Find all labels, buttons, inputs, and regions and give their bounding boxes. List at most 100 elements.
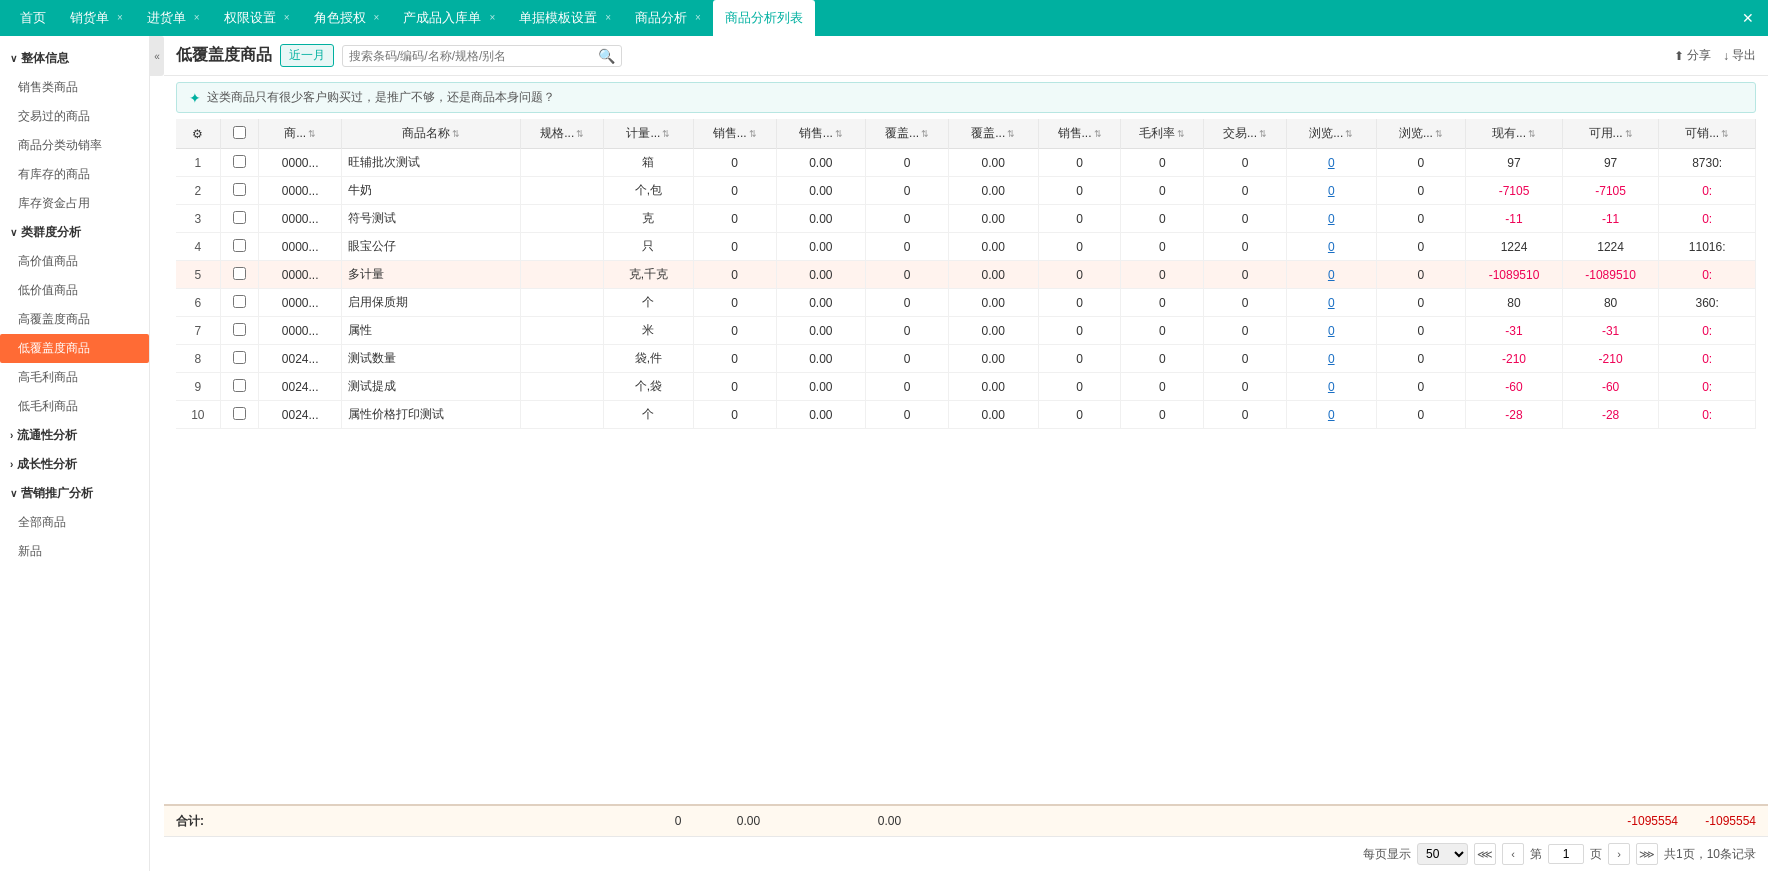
nav-item-进货单[interactable]: 进货单×: [135, 0, 212, 36]
sidebar-item-低覆盖度商品[interactable]: 低覆盖度商品: [0, 334, 149, 363]
nav-close-icon[interactable]: ×: [374, 0, 380, 36]
sidebar-item-高毛利商品[interactable]: 高毛利商品: [0, 363, 149, 392]
select-all-checkbox[interactable]: [233, 126, 246, 139]
col-header-5[interactable]: 计量...⇅: [604, 119, 694, 149]
row-select-checkbox[interactable]: [233, 211, 246, 224]
nav-item-商品分析[interactable]: 商品分析×: [623, 0, 713, 36]
row-checkbox[interactable]: [220, 261, 259, 289]
nav-item-商品分析列表[interactable]: 商品分析列表: [713, 0, 815, 36]
sidebar-item-低毛利商品[interactable]: 低毛利商品: [0, 392, 149, 421]
sort-icon[interactable]: ⇅: [1345, 129, 1353, 139]
nav-item-产成品入库单[interactable]: 产成品入库单×: [391, 0, 507, 36]
sort-icon[interactable]: ⇅: [452, 129, 460, 139]
sidebar-group-成长性分析[interactable]: ›成长性分析: [0, 450, 149, 479]
nav-close-icon[interactable]: ×: [695, 0, 701, 36]
last-page-button[interactable]: ⋙: [1636, 843, 1658, 865]
sort-icon[interactable]: ⇅: [835, 129, 843, 139]
row-checkbox[interactable]: [220, 373, 259, 401]
row-checkbox[interactable]: [220, 177, 259, 205]
row-select-checkbox[interactable]: [233, 155, 246, 168]
row-select-checkbox[interactable]: [233, 407, 246, 420]
row-checkbox[interactable]: [220, 233, 259, 261]
col-header-15[interactable]: 现有...⇅: [1466, 119, 1563, 149]
row-checkbox[interactable]: [220, 289, 259, 317]
row-select-checkbox[interactable]: [233, 379, 246, 392]
col-header-14[interactable]: 浏览...⇅: [1376, 119, 1466, 149]
sort-icon[interactable]: ⇅: [1625, 129, 1633, 139]
export-button[interactable]: ↓ 导出: [1723, 47, 1756, 64]
col-header-2[interactable]: 商...⇅: [259, 119, 342, 149]
sidebar-item-高价值商品[interactable]: 高价值商品: [0, 247, 149, 276]
col-header-13[interactable]: 浏览...⇅: [1286, 119, 1376, 149]
per-page-select[interactable]: 2050100: [1417, 843, 1468, 865]
row-checkbox[interactable]: [220, 205, 259, 233]
nav-close-icon[interactable]: ×: [194, 0, 200, 36]
sidebar-item-库存资金占用[interactable]: 库存资金占用: [0, 189, 149, 218]
row-select-checkbox[interactable]: [233, 183, 246, 196]
data-table-wrapper[interactable]: ⚙商...⇅商品名称⇅规格...⇅计量...⇅销售...⇅销售...⇅覆盖...…: [176, 119, 1756, 804]
sidebar-item-销售类商品[interactable]: 销售类商品: [0, 73, 149, 102]
current-page-input[interactable]: [1548, 844, 1584, 864]
col-header-7[interactable]: 销售...⇅: [776, 119, 866, 149]
col-header-6[interactable]: 销售...⇅: [693, 119, 776, 149]
sidebar-item-新品[interactable]: 新品: [0, 537, 149, 566]
sidebar-item-高覆盖度商品[interactable]: 高覆盖度商品: [0, 305, 149, 334]
row-select-checkbox[interactable]: [233, 351, 246, 364]
filter-button[interactable]: 近一月: [280, 44, 334, 67]
sort-icon[interactable]: ⇅: [749, 129, 757, 139]
row-checkbox[interactable]: [220, 401, 259, 429]
row-checkbox[interactable]: [220, 149, 259, 177]
settings-icon[interactable]: ⚙: [192, 127, 203, 141]
nav-item-权限设置[interactable]: 权限设置×: [212, 0, 302, 36]
nav-item-单据模板设置[interactable]: 单据模板设置×: [507, 0, 623, 36]
col-header-17[interactable]: 可销...⇅: [1659, 119, 1756, 149]
window-close-button[interactable]: ✕: [1736, 6, 1760, 30]
search-input[interactable]: [349, 49, 598, 63]
col-header-4[interactable]: 规格...⇅: [521, 119, 604, 149]
sort-icon[interactable]: ⇅: [1435, 129, 1443, 139]
nav-item-首页[interactable]: 首页: [8, 0, 58, 36]
row-select-checkbox[interactable]: [233, 323, 246, 336]
col-header-9[interactable]: 覆盖...⇅: [948, 119, 1038, 149]
first-page-button[interactable]: ⋘: [1474, 843, 1496, 865]
sidebar-group-类群度分析[interactable]: ∨类群度分析: [0, 218, 149, 247]
prev-page-button[interactable]: ‹: [1502, 843, 1524, 865]
sidebar-item-交易过的商品[interactable]: 交易过的商品: [0, 102, 149, 131]
sort-icon[interactable]: ⇅: [921, 129, 929, 139]
nav-close-icon[interactable]: ×: [284, 0, 290, 36]
col-header-11[interactable]: 毛利率⇅: [1121, 119, 1204, 149]
col-header-3[interactable]: 商品名称⇅: [342, 119, 521, 149]
nav-close-icon[interactable]: ×: [117, 0, 123, 36]
col-header-16[interactable]: 可用...⇅: [1562, 119, 1659, 149]
sidebar-item-全部商品[interactable]: 全部商品: [0, 508, 149, 537]
sidebar-item-商品分类动销率[interactable]: 商品分类动销率: [0, 131, 149, 160]
sort-icon[interactable]: ⇅: [1094, 129, 1102, 139]
row-select-checkbox[interactable]: [233, 239, 246, 252]
nav-close-icon[interactable]: ×: [489, 0, 495, 36]
sort-icon[interactable]: ⇅: [1721, 129, 1729, 139]
col-header-12[interactable]: 交易...⇅: [1204, 119, 1287, 149]
sort-icon[interactable]: ⇅: [1259, 129, 1267, 139]
row-checkbox[interactable]: [220, 317, 259, 345]
sort-icon[interactable]: ⇅: [1528, 129, 1536, 139]
sort-icon[interactable]: ⇅: [576, 129, 584, 139]
sidebar-item-低价值商品[interactable]: 低价值商品: [0, 276, 149, 305]
row-select-checkbox[interactable]: [233, 295, 246, 308]
col-header-8[interactable]: 覆盖...⇅: [866, 119, 949, 149]
nav-item-角色授权[interactable]: 角色授权×: [302, 0, 392, 36]
sort-icon[interactable]: ⇅: [1177, 129, 1185, 139]
share-button[interactable]: ⬆ 分享: [1674, 47, 1711, 64]
col-header-10[interactable]: 销售...⇅: [1038, 119, 1121, 149]
sort-icon[interactable]: ⇅: [662, 129, 670, 139]
sidebar-group-整体信息[interactable]: ∨整体信息: [0, 44, 149, 73]
row-select-checkbox[interactable]: [233, 267, 246, 280]
sort-icon[interactable]: ⇅: [1007, 129, 1015, 139]
sidebar-item-有库存的商品[interactable]: 有库存的商品: [0, 160, 149, 189]
next-page-button[interactable]: ›: [1608, 843, 1630, 865]
nav-item-销货单[interactable]: 销货单×: [58, 0, 135, 36]
nav-close-icon[interactable]: ×: [605, 0, 611, 36]
sidebar-collapse-button[interactable]: «: [150, 36, 164, 76]
sidebar-group-营销推广分析[interactable]: ∨营销推广分析: [0, 479, 149, 508]
sort-icon[interactable]: ⇅: [308, 129, 316, 139]
row-checkbox[interactable]: [220, 345, 259, 373]
